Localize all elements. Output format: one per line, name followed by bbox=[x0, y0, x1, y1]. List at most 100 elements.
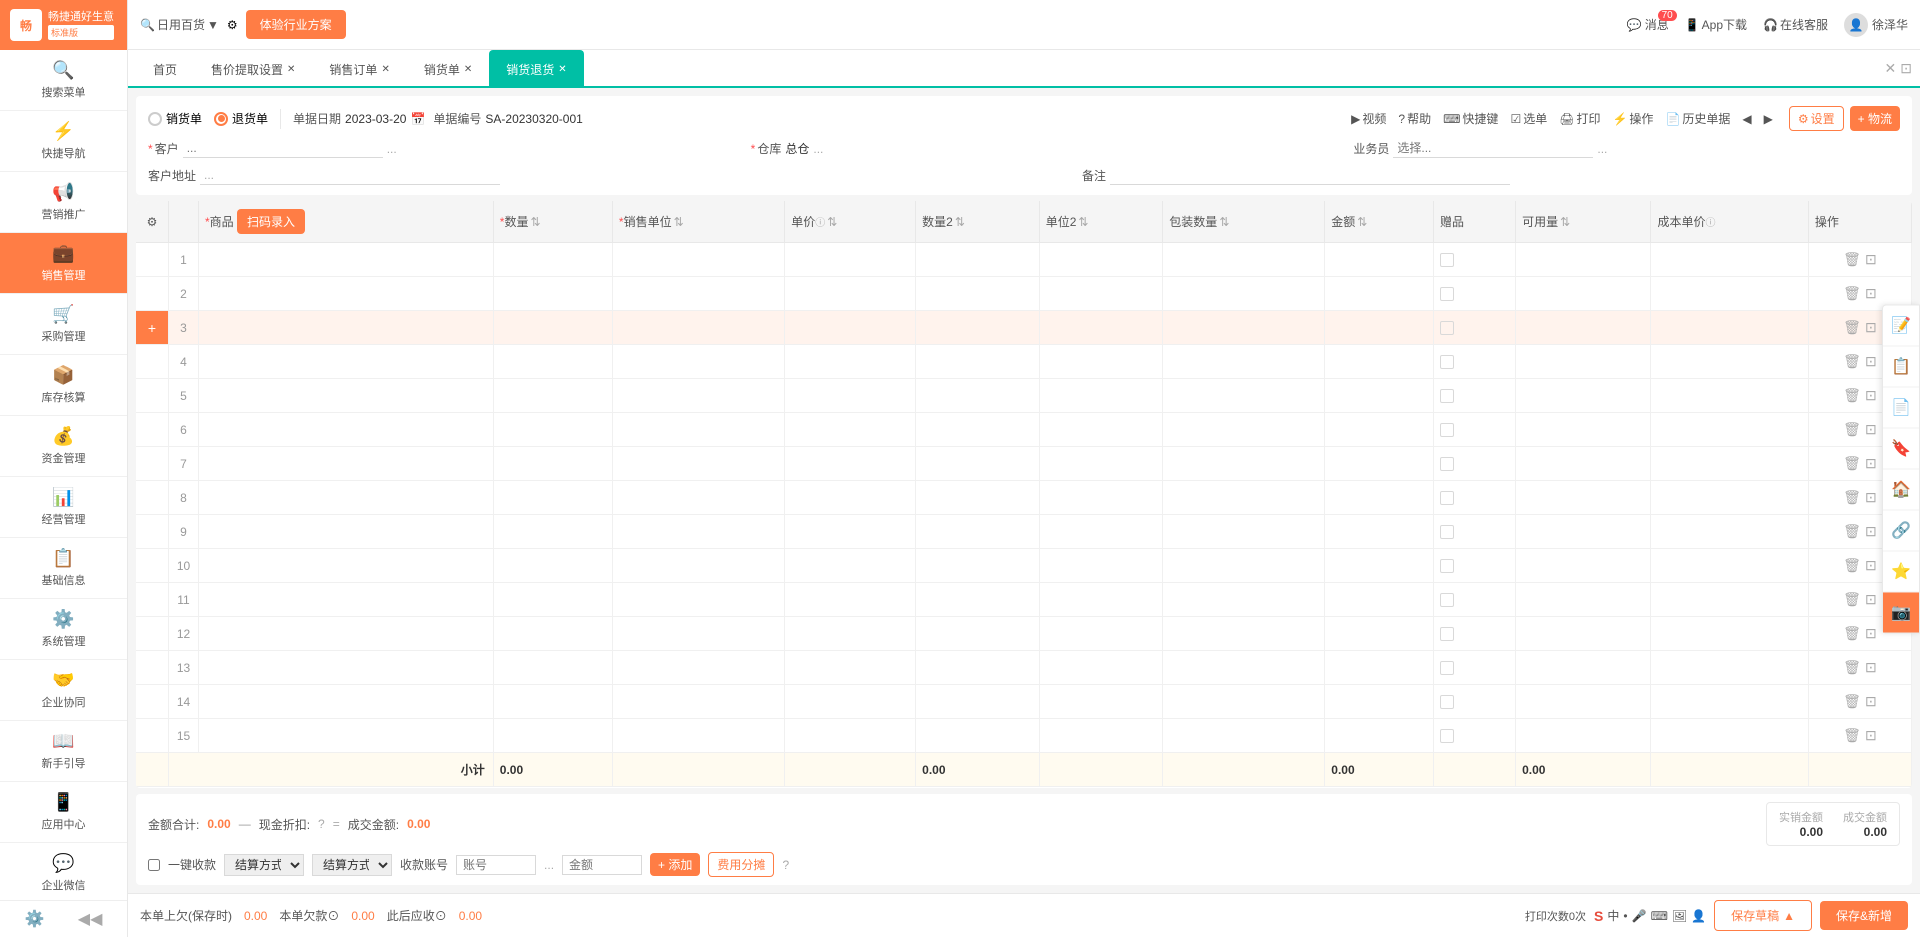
copy-row-btn-10[interactable]: ⊡ bbox=[1865, 557, 1877, 574]
row-unit2-15[interactable] bbox=[1039, 719, 1163, 753]
sidebar-item-system[interactable]: ⚙️ 系统管理 bbox=[0, 599, 127, 660]
row-qty-5[interactable] bbox=[493, 379, 612, 413]
row-unit-11[interactable] bbox=[612, 583, 784, 617]
row-amount-1[interactable] bbox=[1325, 243, 1434, 277]
row-price-1[interactable] bbox=[785, 243, 916, 277]
row-goods-12[interactable] bbox=[199, 617, 494, 651]
row-qty2-2[interactable] bbox=[916, 277, 1040, 311]
row-cost-14[interactable] bbox=[1651, 685, 1808, 719]
row-unit2-11[interactable] bbox=[1039, 583, 1163, 617]
row-pkg-10[interactable] bbox=[1163, 549, 1325, 583]
row-amount-8[interactable] bbox=[1325, 481, 1434, 515]
radio-return[interactable]: 退货单 bbox=[214, 110, 268, 127]
row-amount-7[interactable] bbox=[1325, 447, 1434, 481]
split-help-icon[interactable]: ? bbox=[782, 858, 789, 872]
gift-checkbox-7[interactable] bbox=[1440, 457, 1454, 471]
delete-row-btn-7[interactable]: 🗑 bbox=[1843, 455, 1861, 472]
row-qty2-8[interactable] bbox=[916, 481, 1040, 515]
row-available-7[interactable] bbox=[1516, 447, 1651, 481]
tab-price-close[interactable]: ✕ bbox=[287, 64, 295, 75]
row-cost-13[interactable] bbox=[1651, 651, 1808, 685]
add-row-btn[interactable]: + bbox=[142, 318, 162, 338]
copy-row-btn-2[interactable]: ⊡ bbox=[1865, 285, 1877, 302]
row-unit2-10[interactable] bbox=[1039, 549, 1163, 583]
delete-row-btn-12[interactable]: 🗑 bbox=[1843, 625, 1861, 642]
gift-checkbox-5[interactable] bbox=[1440, 389, 1454, 403]
float-item-8[interactable]: 📷 bbox=[1883, 592, 1919, 632]
help-btn[interactable]: ? 帮助 bbox=[1398, 110, 1431, 127]
row-goods-9[interactable] bbox=[199, 515, 494, 549]
amount-input[interactable] bbox=[562, 855, 642, 875]
row-pkg-3[interactable] bbox=[1163, 311, 1325, 345]
row-gift-7[interactable] bbox=[1434, 447, 1516, 481]
copy-row-btn-15[interactable]: ⊡ bbox=[1865, 727, 1877, 744]
sidebar-item-operation[interactable]: 📊 经营管理 bbox=[0, 477, 127, 538]
row-price-9[interactable] bbox=[785, 515, 916, 549]
row-unit-4[interactable] bbox=[612, 345, 784, 379]
delete-row-btn-3[interactable]: 🗑 bbox=[1843, 319, 1861, 336]
delete-row-btn-11[interactable]: 🗑 bbox=[1843, 591, 1861, 608]
gift-checkbox-12[interactable] bbox=[1440, 627, 1454, 641]
row-gift-13[interactable] bbox=[1434, 651, 1516, 685]
row-amount-14[interactable] bbox=[1325, 685, 1434, 719]
gift-checkbox-2[interactable] bbox=[1440, 287, 1454, 301]
row-amount-5[interactable] bbox=[1325, 379, 1434, 413]
gift-checkbox-14[interactable] bbox=[1440, 695, 1454, 709]
calc-select[interactable]: 结算方式 bbox=[312, 854, 392, 876]
row-unit-8[interactable] bbox=[612, 481, 784, 515]
prev-btn[interactable]: ◀ bbox=[1742, 110, 1751, 127]
row-unit2-9[interactable] bbox=[1039, 515, 1163, 549]
row-gift-4[interactable] bbox=[1434, 345, 1516, 379]
row-goods-7[interactable] bbox=[199, 447, 494, 481]
ime-icon3[interactable]: 🎤 bbox=[1632, 909, 1647, 923]
gear-icon[interactable]: ⚙ bbox=[147, 215, 158, 229]
row-pkg-4[interactable] bbox=[1163, 345, 1325, 379]
float-item-4[interactable]: 🔖 bbox=[1883, 428, 1919, 469]
row-pkg-13[interactable] bbox=[1163, 651, 1325, 685]
row-goods-11[interactable] bbox=[199, 583, 494, 617]
print-btn[interactable]: 🖨 打印 bbox=[1559, 110, 1600, 127]
row-pkg-2[interactable] bbox=[1163, 277, 1325, 311]
tab-price[interactable]: 售价提取设置 ✕ bbox=[194, 50, 312, 88]
row-qty-10[interactable] bbox=[493, 549, 612, 583]
row-gift-3[interactable] bbox=[1434, 311, 1516, 345]
row-amount-2[interactable] bbox=[1325, 277, 1434, 311]
sidebar-item-apps[interactable]: 📱 应用中心 bbox=[0, 782, 127, 843]
row-unit2-8[interactable] bbox=[1039, 481, 1163, 515]
gift-checkbox-11[interactable] bbox=[1440, 593, 1454, 607]
row-qty2-1[interactable] bbox=[916, 243, 1040, 277]
row-gift-9[interactable] bbox=[1434, 515, 1516, 549]
ime-icon5[interactable]: 🖼 bbox=[1672, 909, 1687, 923]
delete-row-btn-1[interactable]: 🗑 bbox=[1843, 251, 1861, 268]
row-price-3[interactable] bbox=[785, 311, 916, 345]
row-pkg-6[interactable] bbox=[1163, 413, 1325, 447]
scan-btn[interactable]: 扫码录入 bbox=[237, 209, 305, 234]
row-gift-14[interactable] bbox=[1434, 685, 1516, 719]
row-qty-15[interactable] bbox=[493, 719, 612, 753]
row-unit-13[interactable] bbox=[612, 651, 784, 685]
row-gift-1[interactable] bbox=[1434, 243, 1516, 277]
row-unit2-12[interactable] bbox=[1039, 617, 1163, 651]
tab-sales-return-close[interactable]: ✕ bbox=[558, 64, 566, 75]
goods-input-3[interactable] bbox=[205, 321, 325, 335]
next-btn[interactable]: ▶ bbox=[1764, 110, 1773, 127]
copy-row-btn-13[interactable]: ⊡ bbox=[1865, 659, 1877, 676]
row-amount-3[interactable] bbox=[1325, 311, 1434, 345]
row-qty2-13[interactable] bbox=[916, 651, 1040, 685]
row-unit-12[interactable] bbox=[612, 617, 784, 651]
copy-row-btn-12[interactable]: ⊡ bbox=[1865, 625, 1877, 642]
save-new-btn[interactable]: 保存&新增 bbox=[1820, 901, 1908, 930]
row-qty-2[interactable] bbox=[493, 277, 612, 311]
row-gift-10[interactable] bbox=[1434, 549, 1516, 583]
salesperson-input[interactable] bbox=[1393, 139, 1593, 158]
row-qty2-4[interactable] bbox=[916, 345, 1040, 379]
row-qty-14[interactable] bbox=[493, 685, 612, 719]
row-available-12[interactable] bbox=[1516, 617, 1651, 651]
row-cost-8[interactable] bbox=[1651, 481, 1808, 515]
tab-sales-order-close[interactable]: ✕ bbox=[381, 64, 389, 75]
row-unit2-4[interactable] bbox=[1039, 345, 1163, 379]
sidebar-item-shortcut[interactable]: ⚡ 快捷导航 bbox=[0, 111, 127, 172]
row-price-11[interactable] bbox=[785, 583, 916, 617]
row-pkg-9[interactable] bbox=[1163, 515, 1325, 549]
float-item-1[interactable]: 📝 bbox=[1883, 305, 1919, 346]
